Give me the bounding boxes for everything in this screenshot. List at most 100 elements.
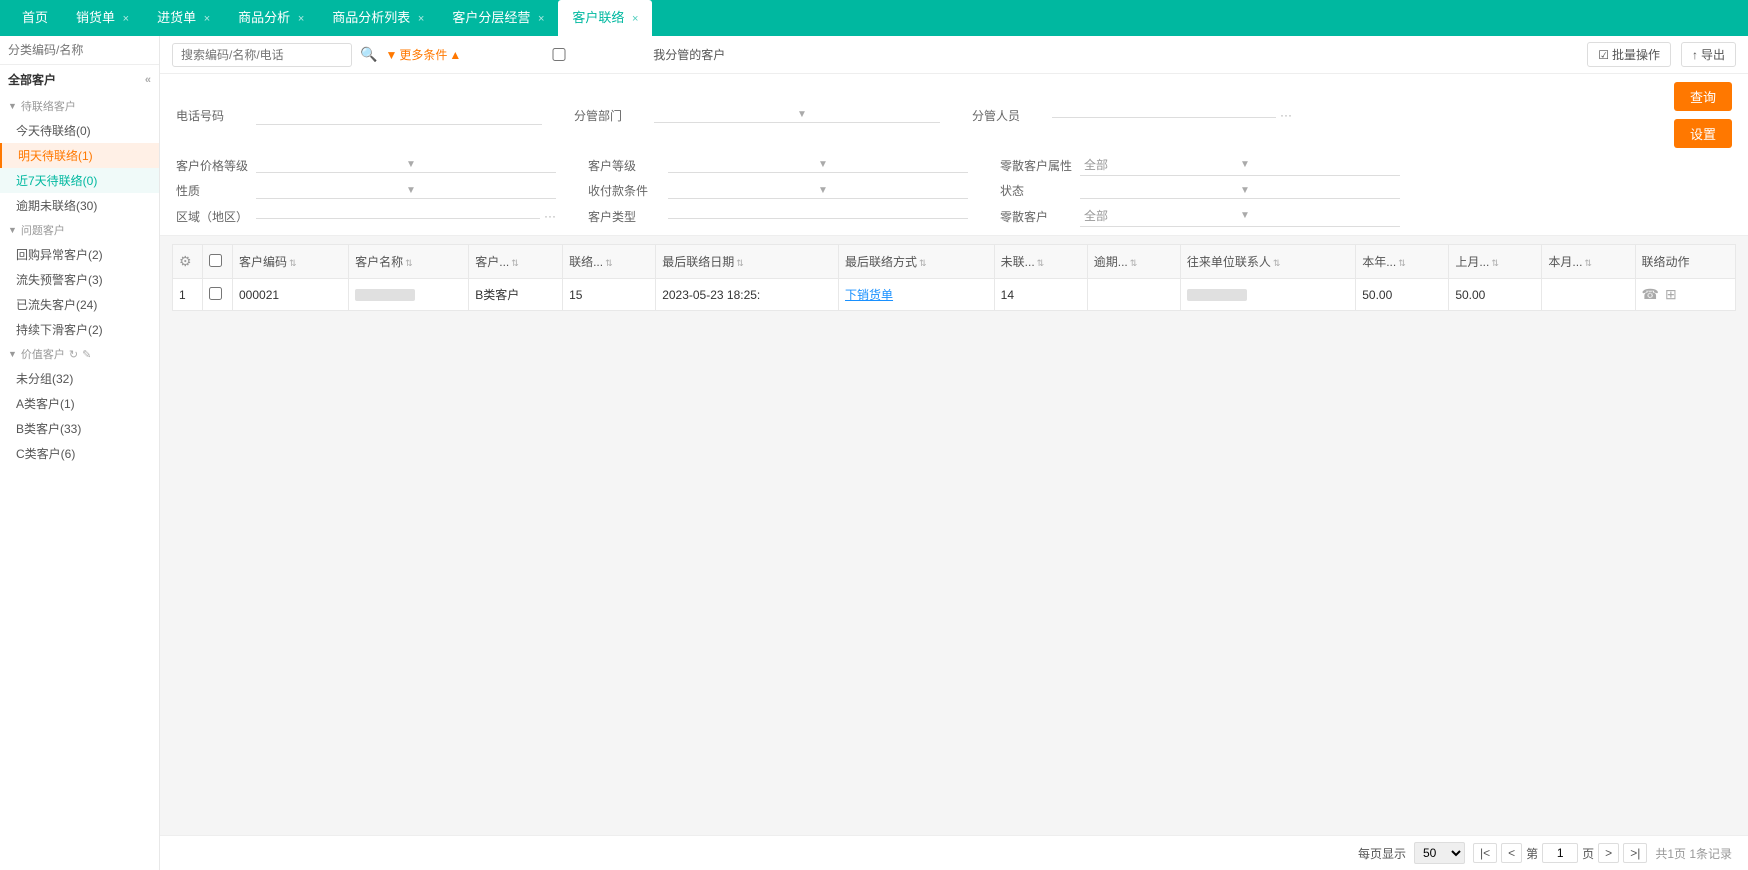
sidebar-item-churned[interactable]: 已流失客户(24) (0, 292, 159, 317)
col-last-date: 最后联络日期⇅ (656, 245, 839, 279)
page-input[interactable] (1542, 843, 1578, 863)
phone-input[interactable] (256, 106, 542, 125)
customer-type-label: 客户类型 (588, 208, 668, 225)
status-select[interactable]: ▼ (1080, 183, 1400, 199)
sidebar-item-churn-warning[interactable]: 流失预警客户(3) (0, 267, 159, 292)
nav-purchase[interactable]: 进货单 × (143, 0, 224, 36)
sidebar-item-ungrouped[interactable]: 未分组(32) (0, 366, 159, 391)
payment-label: 收付款条件 (588, 182, 668, 199)
uncontact-sort-icon[interactable]: ⇅ (1037, 258, 1045, 268)
overdue-sort-icon[interactable]: ⇅ (1130, 258, 1138, 268)
price-grade-label: 客户价格等级 (176, 157, 256, 174)
this-month-sort-icon[interactable]: ⇅ (1584, 258, 1592, 268)
col-name: 客户名称⇅ (349, 245, 469, 279)
sidebar-item-today[interactable]: 今天待联络(0) (0, 118, 159, 143)
value-edit-icon[interactable]: ✎ (82, 348, 91, 361)
more-conditions-btn[interactable]: ▼ 更多条件 ▲ (385, 46, 461, 63)
retail-customer-label: 零散客户 (1000, 208, 1080, 225)
retail-attr-select[interactable]: 全部 ▼ (1080, 154, 1400, 176)
close-sales-icon[interactable]: × (123, 13, 129, 25)
sidebar-item-7days[interactable]: 近7天待联络(0) (0, 168, 159, 193)
per-page-select[interactable]: 10 20 50 100 (1414, 842, 1465, 864)
nav-customer-tier[interactable]: 客户分层经营 × (438, 0, 558, 36)
code-sort-icon[interactable]: ⇅ (289, 258, 297, 268)
row-type: B类客户 (469, 279, 563, 311)
sidebar-item-tomorrow[interactable]: 明天待联络(1) (0, 143, 159, 168)
retail-customer-select[interactable]: 全部 ▼ (1080, 205, 1400, 227)
contact-person-masked (1187, 289, 1247, 301)
filter-icon: ▼ (385, 48, 397, 62)
area-label: 区域（地区） (176, 208, 256, 225)
next-page-btn[interactable]: > (1598, 843, 1619, 863)
close-product-analysis-icon[interactable]: × (298, 13, 304, 25)
payment-select[interactable]: ▼ (668, 183, 968, 199)
sidebar-item-c-class[interactable]: C类客户(6) (0, 441, 159, 466)
row-contact-count: 15 (563, 279, 656, 311)
sidebar-search-input[interactable] (8, 43, 160, 57)
dept-select[interactable]: ▼ (654, 107, 940, 123)
contact-person-sort-icon[interactable]: ⇅ (1273, 258, 1281, 268)
row-contact-person (1180, 279, 1355, 311)
person-select[interactable] (1052, 113, 1276, 118)
close-product-list-icon[interactable]: × (418, 13, 424, 25)
sidebar-item-repurchase-abnormal[interactable]: 回购异常客户(2) (0, 242, 159, 267)
select-all-checkbox[interactable] (209, 254, 222, 267)
person-more-icon[interactable]: ··· (1280, 108, 1292, 122)
action-contact-icon[interactable]: ☎ (1642, 286, 1659, 303)
row-this-month (1542, 279, 1635, 311)
col-contact-person: 往来单位联系人⇅ (1180, 245, 1355, 279)
last-month-sort-icon[interactable]: ⇅ (1491, 258, 1499, 268)
col-overdue: 逾期...⇅ (1087, 245, 1180, 279)
area-select[interactable] (256, 214, 540, 219)
customer-grade-select[interactable]: ▼ (668, 157, 968, 173)
sidebar: 🔍 全部客户 « 待联络客户 今天待联络(0) 明天待联络(1) 近7天待联络(… (0, 36, 160, 870)
close-purchase-icon[interactable]: × (204, 13, 210, 25)
batch-checkbox-icon: ☑ (1598, 48, 1609, 62)
row-last-method[interactable]: 下销货单 (839, 279, 995, 311)
year-sort-icon[interactable]: ⇅ (1398, 258, 1406, 268)
export-btn[interactable]: ↑ 导出 (1681, 42, 1736, 67)
type-sort-icon[interactable]: ⇅ (511, 258, 519, 268)
sidebar-item-declining[interactable]: 持续下滑客户(2) (0, 317, 159, 342)
search-btn[interactable]: 🔍 (360, 46, 377, 63)
prev-page-btn[interactable]: < (1501, 843, 1522, 863)
sidebar-item-b-class[interactable]: B类客户(33) (0, 416, 159, 441)
first-page-btn[interactable]: |< (1473, 843, 1497, 863)
action-grid-icon[interactable]: ⊞ (1665, 286, 1677, 303)
batch-op-btn[interactable]: ☑ 批量操作 (1587, 42, 1671, 67)
search-input[interactable] (172, 43, 352, 67)
setting-btn[interactable]: 设置 (1674, 119, 1732, 148)
nav-product-analysis[interactable]: 商品分析 × (224, 0, 318, 36)
last-method-sort-icon[interactable]: ⇅ (919, 258, 927, 268)
customer-type-select[interactable] (668, 214, 968, 219)
retail-customer-value: 全部 (1084, 207, 1240, 224)
contact-count-sort-icon[interactable]: ⇅ (605, 258, 613, 268)
last-page-btn[interactable]: >| (1623, 843, 1647, 863)
nav-sales[interactable]: 销货单 × (62, 0, 143, 36)
sidebar-item-a-class[interactable]: A类客户(1) (0, 391, 159, 416)
close-customer-tier-icon[interactable]: × (538, 13, 544, 25)
row-last-month: 50.00 (1449, 279, 1542, 311)
query-btn[interactable]: 查询 (1674, 82, 1732, 111)
row-checkbox[interactable] (209, 287, 222, 300)
sidebar-item-overdue[interactable]: 逾期未联络(30) (0, 193, 159, 218)
my-customers-checkbox-area[interactable]: 我分管的客户 (469, 46, 725, 63)
sidebar-all-customers[interactable]: 全部客户 « (0, 65, 159, 94)
value-refresh-icon[interactable]: ↻ (69, 348, 78, 361)
name-sort-icon[interactable]: ⇅ (405, 258, 413, 268)
nav-home[interactable]: 首页 (8, 0, 62, 36)
column-settings-icon[interactable]: ⚙ (179, 253, 192, 269)
table-area: ⚙ 客户编码⇅ 客户名称⇅ 客户...⇅ 联络...⇅ 最后联络日期⇅ 最后联络… (160, 236, 1748, 835)
price-grade-select[interactable]: ▼ (256, 157, 556, 173)
retail-attr-chevron-icon: ▼ (1240, 159, 1396, 170)
my-customers-checkbox[interactable] (469, 48, 649, 61)
last-date-sort-icon[interactable]: ⇅ (736, 258, 744, 268)
close-customer-contact-icon[interactable]: × (632, 13, 638, 25)
area-more-icon[interactable]: ··· (544, 209, 556, 223)
gender-select[interactable]: ▼ (256, 183, 556, 199)
sidebar-group-problem: 问题客户 (0, 218, 159, 242)
status-label: 状态 (1000, 182, 1080, 199)
nav-customer-contact[interactable]: 客户联络 × (558, 0, 652, 36)
last-method-link[interactable]: 下销货单 (845, 288, 893, 302)
nav-product-list[interactable]: 商品分析列表 × (318, 0, 438, 36)
